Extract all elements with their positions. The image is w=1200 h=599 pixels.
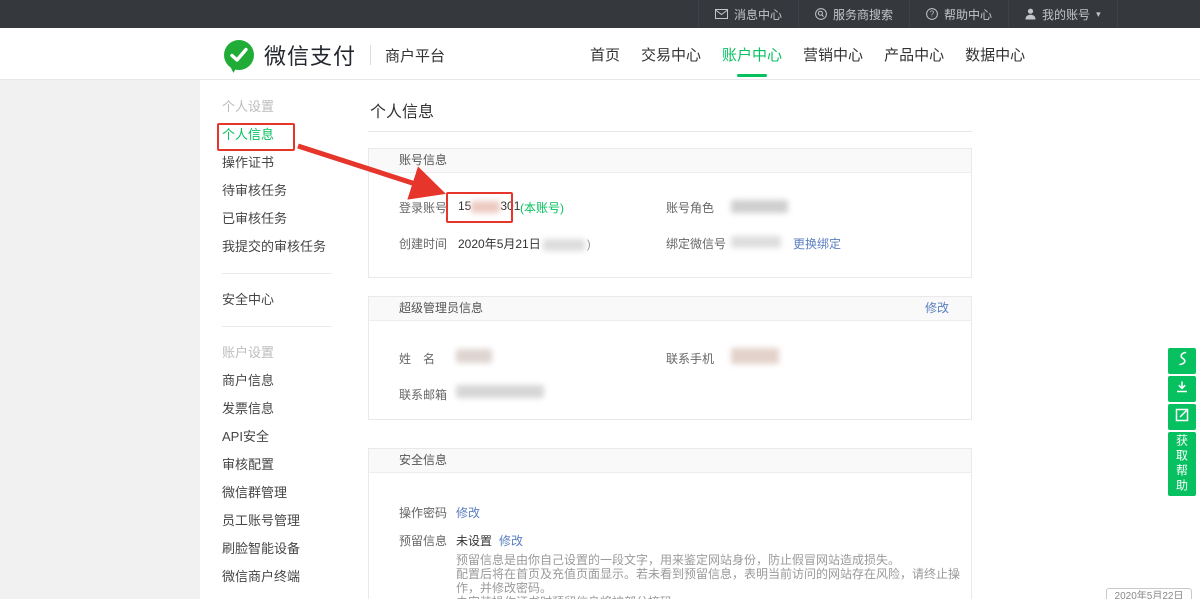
redacted-admin-email [456, 385, 544, 398]
sidebar-item-api-security[interactable]: API安全 [200, 423, 346, 451]
sidebar-item-security-center[interactable]: 安全中心 [200, 286, 346, 314]
topbar-item-label: 服务商搜索 [833, 6, 893, 23]
password-modify-link[interactable]: 修改 [456, 504, 480, 521]
brand-name: 微信支付 [264, 39, 356, 71]
topbar-message-center[interactable]: 消息中心 [698, 0, 798, 28]
reserve-info-label: 预留信息 [399, 532, 447, 549]
admin-name-label: 姓 名 [399, 350, 435, 367]
header: 微信支付 商户平台 首页 交易中心 账户中心 营销中心 产品中心 数据中心 [0, 28, 1200, 80]
created-time-label: 创建时间 [399, 235, 447, 252]
bound-wechat-label: 绑定微信号 [666, 235, 726, 252]
sidebar-item-my-submitted-review[interactable]: 我提交的审核任务 [200, 233, 346, 261]
panel-title: 安全信息 [399, 449, 447, 472]
feedback-button[interactable] [1168, 404, 1196, 430]
chevron-down-icon: ▾ [1096, 9, 1101, 20]
topbar-menu: 消息中心 服务商搜索 ? 帮助中心 我的账号 ▾ [698, 0, 1118, 28]
admin-modify-link[interactable]: 修改 [925, 297, 949, 320]
feedback-icon [1175, 408, 1189, 427]
topbar-my-account[interactable]: 我的账号 ▾ [1008, 0, 1118, 28]
description-line: 配置后将在首页及充值页面显示。若未看到预留信息，表明当前访问的网站存在风险，请终… [456, 567, 961, 595]
download-button[interactable] [1168, 376, 1196, 402]
mail-icon [715, 9, 728, 19]
sidebar-divider [222, 273, 332, 274]
floating-help-widget: 获取帮助 [1168, 348, 1196, 496]
redacted-admin-name [456, 349, 492, 363]
date-chip: 2020年5月22日 [1106, 588, 1192, 599]
redacted-account-role [731, 200, 788, 213]
nav-product-center[interactable]: 产品中心 [884, 44, 944, 65]
user-icon [1025, 8, 1036, 20]
wechat-pay-logo-icon [224, 40, 254, 70]
download-icon [1175, 380, 1189, 399]
nav-account-center[interactable]: 账户中心 [722, 44, 782, 65]
account-info-panel-header: 账号信息 [369, 149, 971, 173]
login-account-label: 登录账号 [399, 199, 447, 216]
title-divider [368, 131, 972, 132]
topbar-item-label: 我的账号 [1042, 6, 1090, 23]
sidebar-divider [222, 326, 332, 327]
brand[interactable]: 微信支付 商户平台 [224, 39, 445, 71]
current-account-tag: (本账号) [520, 199, 564, 216]
redacted-created-time [543, 239, 585, 251]
sidebar-item-operation-cert[interactable]: 操作证书 [200, 149, 346, 177]
sidebar-item-invoice-info[interactable]: 发票信息 [200, 395, 346, 423]
security-info-panel-header: 安全信息 [369, 449, 971, 473]
sidebar-item-review-config[interactable]: 审核配置 [200, 451, 346, 479]
description-line: 未安装操作证书时预留信息将被部分掩码。 [456, 595, 961, 599]
brand-subtitle: 商户平台 [385, 45, 445, 66]
topbar-item-label: 帮助中心 [944, 6, 992, 23]
admin-email-label: 联系邮箱 [399, 386, 447, 403]
nav-home[interactable]: 首页 [590, 44, 620, 65]
reserve-modify-link[interactable]: 修改 [499, 532, 523, 549]
panel-title: 账号信息 [399, 149, 447, 172]
admin-info-panel-header: 超级管理员信息 修改 [369, 297, 971, 321]
sidebar-item-merchant-info[interactable]: 商户信息 [200, 367, 346, 395]
security-info-panel: 安全信息 操作密码 修改 预留信息 未设置 修改 预留信息是由你自己设置的一段文… [368, 448, 972, 599]
reserve-info-value: 未设置 [456, 532, 492, 549]
redacted-login-digits [471, 201, 500, 213]
nav-transaction-center[interactable]: 交易中心 [641, 44, 701, 65]
sidebar-item-staff-account[interactable]: 员工账号管理 [200, 507, 346, 535]
account-info-panel: 账号信息 登录账号 15301 (本账号) 账号角色 创建时间 2020年5月2… [368, 148, 972, 278]
contact-icon [1176, 351, 1189, 371]
change-binding-link[interactable]: 更换绑定 [793, 235, 841, 252]
topbar-help-center[interactable]: ? 帮助中心 [909, 0, 1008, 28]
help-icon: ? [926, 8, 938, 20]
panel-title: 超级管理员信息 [399, 297, 483, 320]
sidebar: 个人设置 个人信息 操作证书 待审核任务 已审核任务 我提交的审核任务 安全中心… [200, 80, 346, 599]
topbar: 消息中心 服务商搜索 ? 帮助中心 我的账号 ▾ [0, 0, 1200, 28]
operation-password-label: 操作密码 [399, 504, 447, 521]
reserve-info-description: 预留信息是由你自己设置的一段文字，用来鉴定网站身份，防止假冒网站造成损失。 配置… [456, 553, 961, 599]
sidebar-section-personal-settings: 个人设置 [200, 93, 346, 121]
account-role-label: 账号角色 [666, 199, 714, 216]
redacted-admin-phone [731, 348, 779, 364]
sidebar-item-merchant-terminal[interactable]: 微信商户终端 [200, 563, 346, 591]
nav-data-center[interactable]: 数据中心 [965, 44, 1025, 65]
main-nav: 首页 交易中心 账户中心 营销中心 产品中心 数据中心 [590, 28, 1025, 80]
svg-text:?: ? [930, 10, 935, 19]
admin-phone-label: 联系手机 [666, 350, 714, 367]
topbar-item-label: 消息中心 [734, 6, 782, 23]
redacted-wechat-id [731, 236, 781, 248]
sidebar-section-account-settings: 账户设置 [200, 339, 346, 367]
description-line: 预留信息是由你自己设置的一段文字，用来鉴定网站身份，防止假冒网站造成损失。 [456, 553, 961, 567]
created-time-value: 2020年5月21日) [458, 235, 591, 252]
page-title: 个人信息 [370, 98, 434, 122]
sidebar-item-pending-review[interactable]: 待审核任务 [200, 177, 346, 205]
admin-info-panel: 超级管理员信息 修改 姓 名 联系手机 联系邮箱 [368, 296, 972, 420]
get-help-button[interactable]: 获取帮助 [1168, 432, 1196, 496]
sidebar-item-face-device[interactable]: 刷脸智能设备 [200, 535, 346, 563]
page-left-gutter [0, 80, 200, 599]
sidebar-item-personal-info[interactable]: 个人信息 [200, 121, 346, 149]
nav-marketing-center[interactable]: 营销中心 [803, 44, 863, 65]
brand-separator [370, 45, 371, 65]
search-icon [815, 8, 827, 20]
topbar-provider-search[interactable]: 服务商搜索 [798, 0, 909, 28]
main-content: 个人信息 账号信息 登录账号 15301 (本账号) 账号角色 创建时间 202… [368, 80, 972, 599]
login-account-value: 15301 [458, 199, 520, 213]
sidebar-item-reviewed[interactable]: 已审核任务 [200, 205, 346, 233]
sidebar-item-wechat-group[interactable]: 微信群管理 [200, 479, 346, 507]
contact-button[interactable] [1168, 348, 1196, 374]
